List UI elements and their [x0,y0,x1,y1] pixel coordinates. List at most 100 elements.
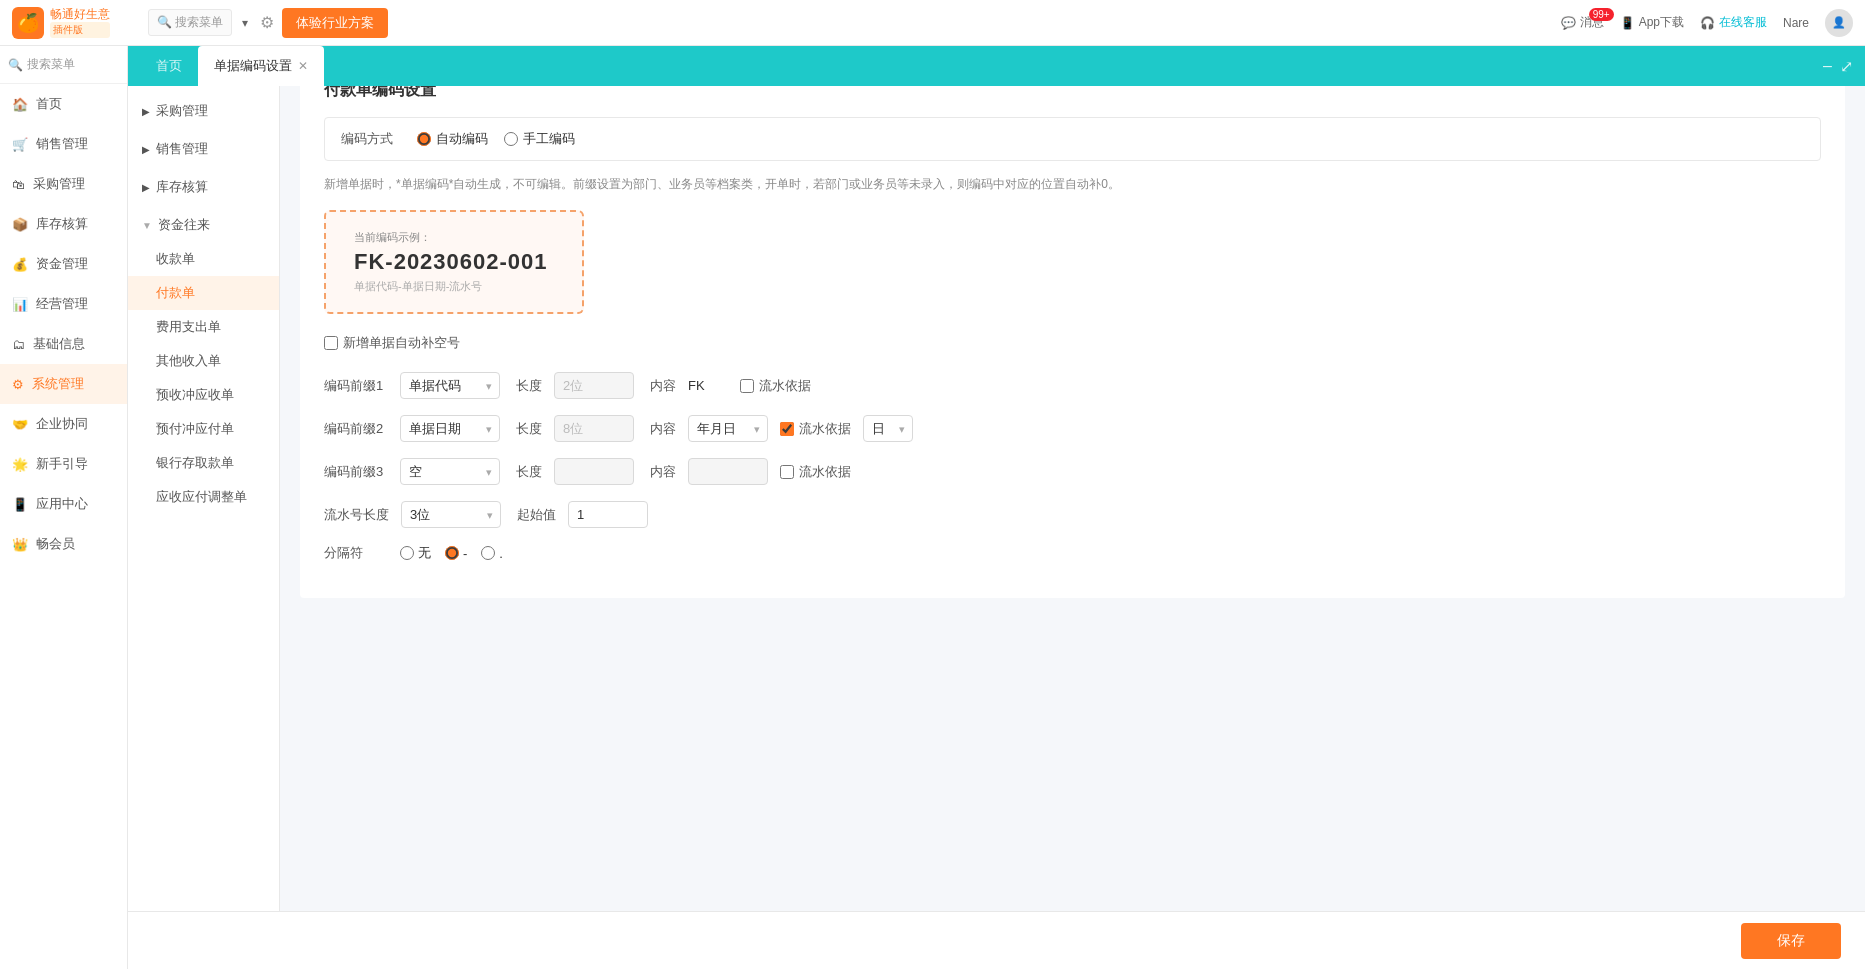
serial-length-label: 流水号长度 [324,506,389,524]
serial-length-select-wrapper: 3位 4位 5位 6位 [401,501,501,528]
serial-length-row: 流水号长度 3位 4位 5位 6位 起始值 [324,501,1821,528]
prefix2-content-select[interactable]: 年月日 年月 年 [688,415,768,442]
sidebar-item-sales[interactable]: 🛒 销售管理 [0,124,127,164]
sidebar-item-operations[interactable]: 📊 经营管理 [0,284,127,324]
sub-nav-header-purchase[interactable]: ▶ 采购管理 [128,94,279,128]
sidebar-item-inventory[interactable]: 📦 库存核算 [0,204,127,244]
sub-nav-item-pre-pay[interactable]: 预付冲应付单 [128,412,279,446]
tab-bar-actions: – ⤢ [1823,57,1853,76]
arrow-icon: ▶ [142,182,150,193]
home-icon: 🏠 [12,97,28,112]
messages-badge: 99+ [1589,8,1614,21]
day-select[interactable]: 日 月 年 [863,415,913,442]
top-bar: 🍊 畅通好生意 插件版 🔍 搜索菜单 ▾ ⚙ 体验行业方案 💬 消息 99+ 📱… [0,0,1865,46]
app-badge: 插件版 [50,22,110,38]
sep-dash[interactable]: - [445,546,467,561]
settings-icon[interactable]: ⚙ [260,13,274,32]
experience-btn[interactable]: 体验行业方案 [282,8,388,38]
cart-icon: 🛒 [12,137,28,152]
shopping-bag-icon: 🛍 [12,177,25,192]
prefix2-content-label: 内容 [650,420,676,438]
apps-icon: 📱 [12,497,28,512]
sidebar-item-system-mgmt[interactable]: ⚙ 系统管理 [0,364,127,404]
prefix1-label: 编码前缀1 [324,377,388,395]
auto-encode-radio[interactable]: 自动编码 [417,130,488,148]
description: 新增单据时，*单据编码*自动生成，不可编辑。前缀设置为部门、业务员等档案类，开单… [324,175,1821,194]
code-preview-title: 当前编码示例： [354,230,554,245]
online-service-btn[interactable]: 🎧 在线客服 [1700,14,1767,31]
form-row-prefix2: 编码前缀2 单据代码 单据日期 部门 业务员 空 长度 内容 年月日 年月 年 [324,415,1821,442]
sep-none[interactable]: 无 [400,544,431,562]
prefix2-select-wrapper: 单据代码 单据日期 部门 业务员 空 [400,415,500,442]
prefix3-serial-checkbox[interactable]: 流水依据 [780,463,851,481]
prefix3-select-wrapper: 单据代码 单据日期 部门 业务员 空 [400,458,500,485]
sub-nav-item-expense[interactable]: 费用支出单 [128,310,279,344]
prefix1-serial-checkbox[interactable]: 流水依据 [740,377,811,395]
prefix1-length-label: 长度 [516,377,542,395]
prefix3-select[interactable]: 单据代码 单据日期 部门 业务员 空 [400,458,500,485]
sidebar-item-member[interactable]: 👑 畅会员 [0,524,127,564]
sub-nav-item-adjust[interactable]: 应收应付调整单 [128,480,279,514]
prefix3-content-label: 内容 [650,463,676,481]
prefix3-length-label: 长度 [516,463,542,481]
sidebar-item-home[interactable]: 🏠 首页 [0,84,127,124]
tab-home[interactable]: 首页 [140,46,198,86]
database-icon: 🗂 [12,337,25,352]
sidebar-search[interactable]: 🔍 搜索菜单 [0,46,127,84]
team-icon: 🤝 [12,417,28,432]
sidebar-item-enterprise[interactable]: 🤝 企业协同 [0,404,127,444]
tab-minimize-btn[interactable]: – [1823,57,1832,75]
app-name-block: 畅通好生意 插件版 [50,7,110,39]
username: Nare [1783,16,1809,30]
code-preview-box: 当前编码示例： FK-20230602-001 单据代码-单据日期-流水号 [324,210,584,314]
messages-btn[interactable]: 💬 消息 99+ [1561,14,1604,31]
prefix2-serial-checkbox[interactable]: 流水依据 [780,420,851,438]
serial-length-select[interactable]: 3位 4位 5位 6位 [401,501,501,528]
sidebar-item-guide[interactable]: 🌟 新手引导 [0,444,127,484]
arrow-down-icon: ▼ [142,220,152,231]
encode-method-radio-group: 自动编码 手工编码 [417,130,575,148]
settings-icon: ⚙ [12,377,24,392]
sidebar-item-finance[interactable]: 💰 资金管理 [0,244,127,284]
start-value-label: 起始值 [517,506,556,524]
code-preview-sub: 单据代码-单据日期-流水号 [354,279,554,294]
top-bar-right: 💬 消息 99+ 📱 App下载 🎧 在线客服 Nare 👤 [1561,9,1853,37]
sep-dot[interactable]: . [481,546,503,561]
auto-fill-checkbox[interactable]: 新增单据自动补空号 [324,334,460,352]
nav-dropdown[interactable]: ▾ [240,16,248,30]
sub-nav-item-receipt[interactable]: 收款单 [128,242,279,276]
sub-nav-header-sales[interactable]: ▶ 销售管理 [128,132,279,166]
prefix1-select[interactable]: 单据代码 单据日期 部门 业务员 空 [400,372,500,399]
member-icon: 👑 [12,537,28,552]
sub-nav-group-purchase: ▶ 采购管理 [128,94,279,128]
encode-method-row: 编码方式 自动编码 手工编码 [324,117,1821,161]
auto-fill-row: 新增单据自动补空号 [324,334,1821,352]
prefix3-label: 编码前缀3 [324,463,388,481]
arrow-icon: ▶ [142,144,150,155]
chart-icon: 📊 [12,297,28,312]
search-menu-btn[interactable]: 🔍 搜索菜单 [148,9,232,36]
separator-options: 无 - . [400,544,503,562]
prefix2-select[interactable]: 单据代码 单据日期 部门 业务员 空 [400,415,500,442]
app-download-btn[interactable]: 📱 App下载 [1620,14,1684,31]
sub-nav-group-sales: ▶ 销售管理 [128,132,279,166]
tab-close-icon[interactable]: ✕ [298,59,308,73]
tab-maximize-btn[interactable]: ⤢ [1840,57,1853,76]
box-icon: 📦 [12,217,28,232]
day-select-wrapper: 日 月 年 [863,415,913,442]
sub-nav-item-payment[interactable]: 付款单 [128,276,279,310]
sub-nav-item-pre-collect[interactable]: 预收冲应收单 [128,378,279,412]
manual-encode-radio[interactable]: 手工编码 [504,130,575,148]
logo-icon: 🍊 [12,7,44,39]
sub-nav-item-bank[interactable]: 银行存取款单 [128,446,279,480]
sidebar-item-purchase[interactable]: 🛍 采购管理 [0,164,127,204]
sidebar-item-basic-info[interactable]: 🗂 基础信息 [0,324,127,364]
sub-nav-header-inventory[interactable]: ▶ 库存核算 [128,170,279,204]
sidebar-item-app-center[interactable]: 📱 应用中心 [0,484,127,524]
tab-encode-settings[interactable]: 单据编码设置 ✕ [198,46,324,86]
save-button[interactable]: 保存 [1741,923,1841,924]
sub-nav-header-capital[interactable]: ▼ 资金往来 [128,208,279,242]
separator-label: 分隔符 [324,544,388,562]
start-value-input[interactable] [568,501,648,528]
sub-nav-item-other-income[interactable]: 其他收入单 [128,344,279,378]
